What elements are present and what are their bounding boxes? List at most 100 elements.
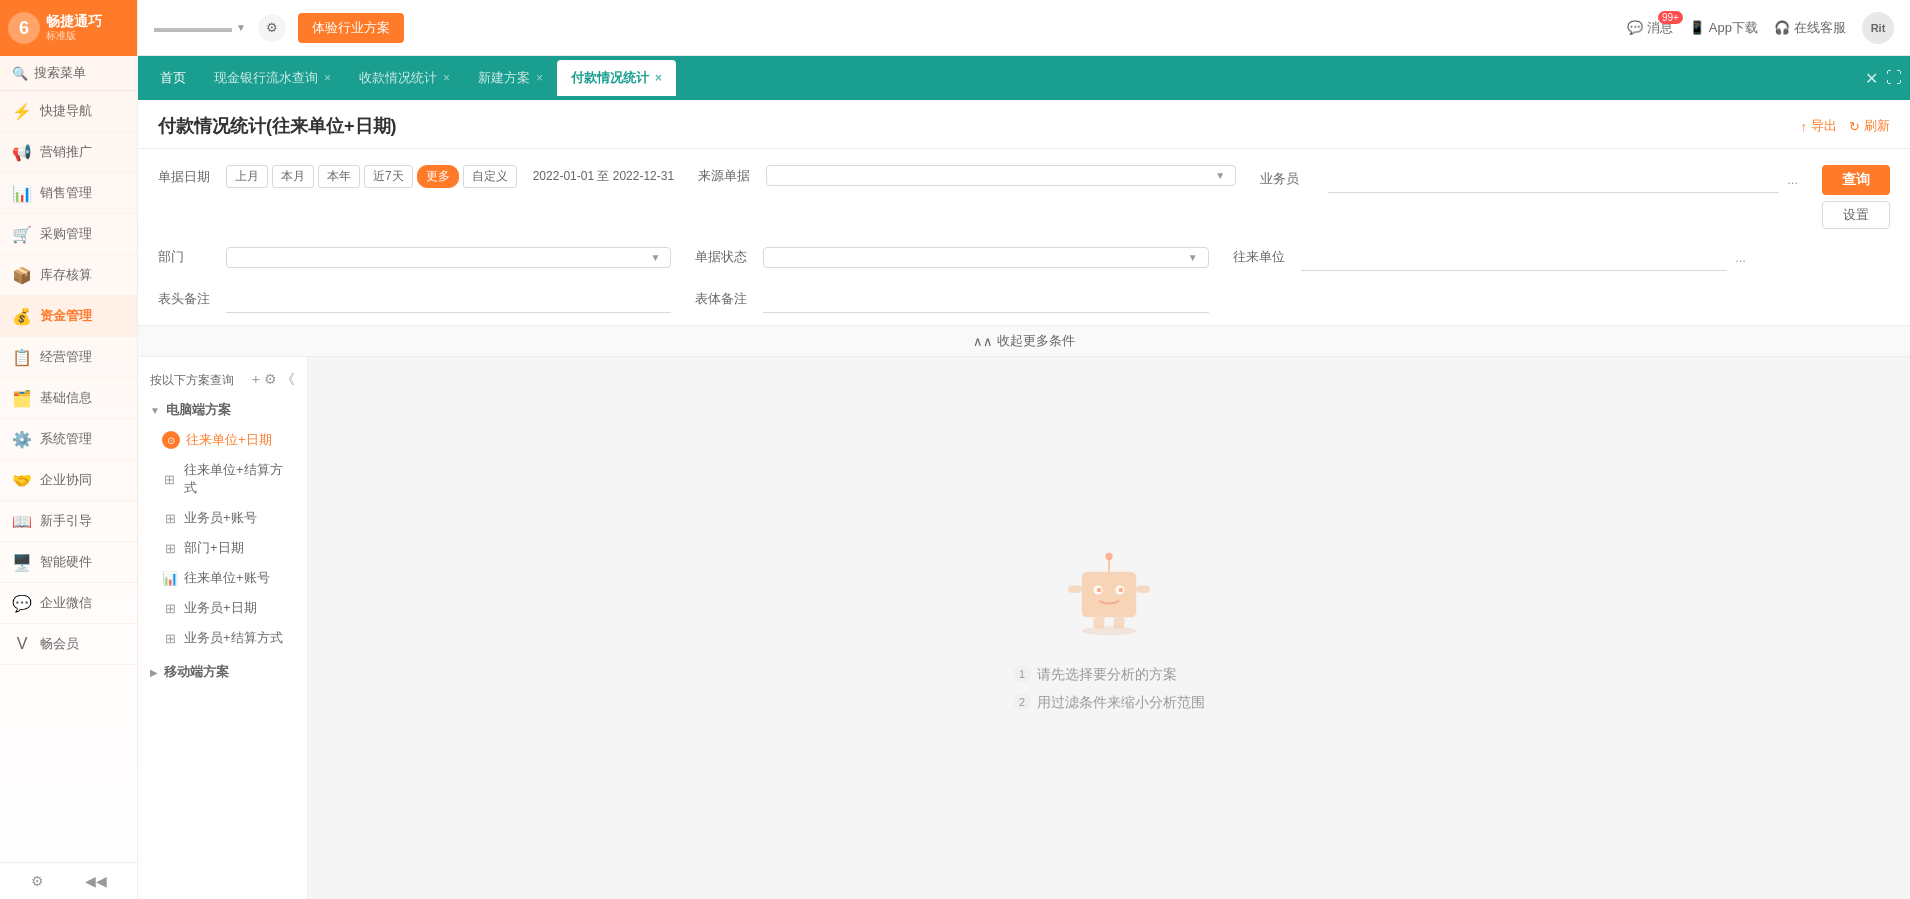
dept-select[interactable]: ▼	[226, 247, 671, 268]
sidebar-item-wechat[interactable]: 💬 企业微信	[0, 583, 137, 624]
source-arrow-icon: ▼	[1215, 170, 1225, 181]
company-selector[interactable]: ▬▬▬▬▬▬ ▼	[154, 20, 246, 35]
tab-new-scheme[interactable]: 新建方案 ×	[464, 60, 557, 96]
scheme-table-icon3: ⊞	[162, 540, 178, 556]
tab-bank-flow[interactable]: 现金银行流水查询 ×	[200, 60, 345, 96]
custom-date-btn[interactable]: 自定义	[463, 165, 517, 188]
sidebar-item-system[interactable]: ⚙️ 系统管理	[0, 419, 137, 460]
sidebar-item-sales[interactable]: 📊 销售管理	[0, 173, 137, 214]
sidebar-item-guide[interactable]: 📖 新手引导	[0, 501, 137, 542]
svg-point-12	[1082, 626, 1137, 635]
this-month-btn[interactable]: 本月	[272, 165, 314, 188]
topbar-settings-btn[interactable]: ⚙	[258, 14, 286, 42]
page-title: 付款情况统计(往来单位+日期)	[158, 114, 397, 138]
tab-home-label: 首页	[160, 69, 186, 87]
query-btn[interactable]: 查询	[1822, 165, 1890, 195]
scheme-item-staff-date[interactable]: ⊞ 业务员+日期	[138, 593, 307, 623]
trial-btn[interactable]: 体验行业方案	[298, 13, 404, 43]
sidebar-item-marketing[interactable]: 📢 营销推广	[0, 132, 137, 173]
more-date-btn[interactable]: 更多	[417, 165, 459, 188]
tabbar: 首页 现金银行流水查询 × 收款情况统计 × 新建方案 × 付款情况统计 × ✕…	[138, 56, 1910, 100]
page-header: 付款情况统计(往来单位+日期) ↑ 导出 ↻ 刷新	[138, 100, 1910, 149]
desktop-group-header[interactable]: ▼ 电脑端方案	[138, 395, 307, 425]
sidebar-item-purchase[interactable]: 🛒 采购管理	[0, 214, 137, 255]
export-icon: ↑	[1801, 119, 1808, 134]
export-btn[interactable]: ↑ 导出	[1801, 117, 1838, 135]
operator-label: 业务员	[1260, 170, 1320, 188]
svg-rect-8	[1068, 585, 1082, 592]
last-month-btn[interactable]: 上月	[226, 165, 268, 188]
messages-btn[interactable]: 💬 消息 99+	[1627, 19, 1673, 37]
scheme-table-icon: ⊞	[162, 471, 178, 487]
sidebar-item-hardware[interactable]: 🖥️ 智能硬件	[0, 542, 137, 583]
scheme-settings-btn[interactable]: ⚙	[264, 371, 277, 389]
scheme-item-staff-account[interactable]: ⊞ 业务员+账号	[138, 503, 307, 533]
mobile-group-header[interactable]: ▶ 移动端方案	[138, 657, 307, 687]
scheme-collapse-btn[interactable]: 《	[281, 371, 295, 389]
doc-status-select[interactable]: ▼	[763, 247, 1208, 268]
scheme-chart-icon: 📊	[162, 570, 178, 586]
sidebar: 6 畅捷通巧 标准版 🔍 搜索菜单 ⚡ 快捷导航 📢 营销推广 📊 销售管理	[0, 0, 138, 899]
tab-payment-detail-close[interactable]: ×	[655, 71, 662, 85]
user-avatar[interactable]: Rit	[1862, 12, 1894, 44]
scheme-add-btn[interactable]: +	[252, 371, 260, 389]
source-select[interactable]: ▼	[766, 165, 1236, 186]
scheme-item-dept-date[interactable]: ⊞ 部门+日期	[138, 533, 307, 563]
svg-point-4	[1097, 588, 1102, 593]
basic-info-icon: 🗂️	[12, 388, 32, 408]
close-all-tabs-btn[interactable]: ✕	[1865, 69, 1878, 88]
head-note-label: 表头备注	[158, 290, 218, 308]
sidebar-item-capital[interactable]: 💰 资金管理	[0, 296, 137, 337]
sidebar-settings-btn[interactable]: ⚙	[31, 873, 44, 889]
maximize-btn[interactable]: ⛶	[1886, 69, 1902, 87]
partner-dots[interactable]: ...	[1735, 250, 1746, 265]
refresh-icon: ↻	[1849, 119, 1860, 134]
svg-point-5	[1119, 588, 1124, 593]
tab-bank-flow-close[interactable]: ×	[324, 71, 331, 85]
scheme-item-partner-settlement[interactable]: ⊞ 往来单位+结算方式	[138, 455, 307, 503]
doc-status-arrow-icon: ▼	[1188, 252, 1198, 263]
sidebar-item-basic-info[interactable]: 🗂️ 基础信息	[0, 378, 137, 419]
search-icon: 🔍	[12, 66, 28, 81]
sidebar-item-quick-nav[interactable]: ⚡ 快捷导航	[0, 91, 137, 132]
main-content: 1 请先选择要分析的方案 2 用过滤条件来缩小分析范围	[308, 357, 1910, 899]
scheme-item-partner-account[interactable]: 📊 往来单位+账号	[138, 563, 307, 593]
scheme-item-label: 业务员+日期	[184, 599, 257, 617]
online-service-btn[interactable]: 🎧 在线客服	[1774, 19, 1846, 37]
empty-icon	[1059, 540, 1159, 640]
sidebar-item-vip[interactable]: V 畅会员	[0, 624, 137, 665]
scheme-item-label: 往来单位+账号	[184, 569, 270, 587]
filter-settings-btn[interactable]: 设置	[1822, 201, 1890, 229]
sidebar-item-operations[interactable]: 📋 经营管理	[0, 337, 137, 378]
scheme-table-icon2: ⊞	[162, 510, 178, 526]
last-7-btn[interactable]: 近7天	[364, 165, 413, 188]
vip-icon: V	[12, 634, 32, 654]
tab-payment-stats-close[interactable]: ×	[443, 71, 450, 85]
sales-icon: 📊	[12, 183, 32, 203]
operator-dots[interactable]: ...	[1787, 172, 1798, 187]
scheme-header: 按以下方案查询 + ⚙ 《	[138, 365, 307, 395]
refresh-btn[interactable]: ↻ 刷新	[1849, 117, 1890, 135]
sidebar-item-collab[interactable]: 🤝 企业协同	[0, 460, 137, 501]
scheme-panel: 按以下方案查询 + ⚙ 《 ▼ 电脑端方案	[138, 357, 308, 899]
scheme-item-label: 业务员+账号	[184, 509, 257, 527]
scheme-item-label: 业务员+结算方式	[184, 629, 283, 647]
service-icon: 🎧	[1774, 20, 1790, 35]
tab-payment-stats[interactable]: 收款情况统计 ×	[345, 60, 464, 96]
svg-rect-1	[1086, 576, 1131, 612]
sidebar-collapse-btn[interactable]: ◀◀	[85, 873, 107, 889]
app-download-btn[interactable]: 📱 App下载	[1689, 19, 1758, 37]
tab-payment-detail[interactable]: 付款情况统计 ×	[557, 60, 676, 96]
hardware-icon: 🖥️	[12, 552, 32, 572]
svg-point-7	[1105, 553, 1112, 560]
scheme-item-partner-date[interactable]: ⊙ 往来单位+日期	[138, 425, 307, 455]
search-menu[interactable]: 🔍 搜索菜单	[0, 56, 137, 91]
sidebar-item-inventory[interactable]: 📦 库存核算	[0, 255, 137, 296]
this-year-btn[interactable]: 本年	[318, 165, 360, 188]
system-icon: ⚙️	[12, 429, 32, 449]
capital-icon: 💰	[12, 306, 32, 326]
collapse-more-btn[interactable]: ∧∧ 收起更多条件	[138, 325, 1910, 356]
scheme-item-staff-settlement[interactable]: ⊞ 业务员+结算方式	[138, 623, 307, 653]
tab-new-scheme-close[interactable]: ×	[536, 71, 543, 85]
tab-home[interactable]: 首页	[146, 60, 200, 96]
